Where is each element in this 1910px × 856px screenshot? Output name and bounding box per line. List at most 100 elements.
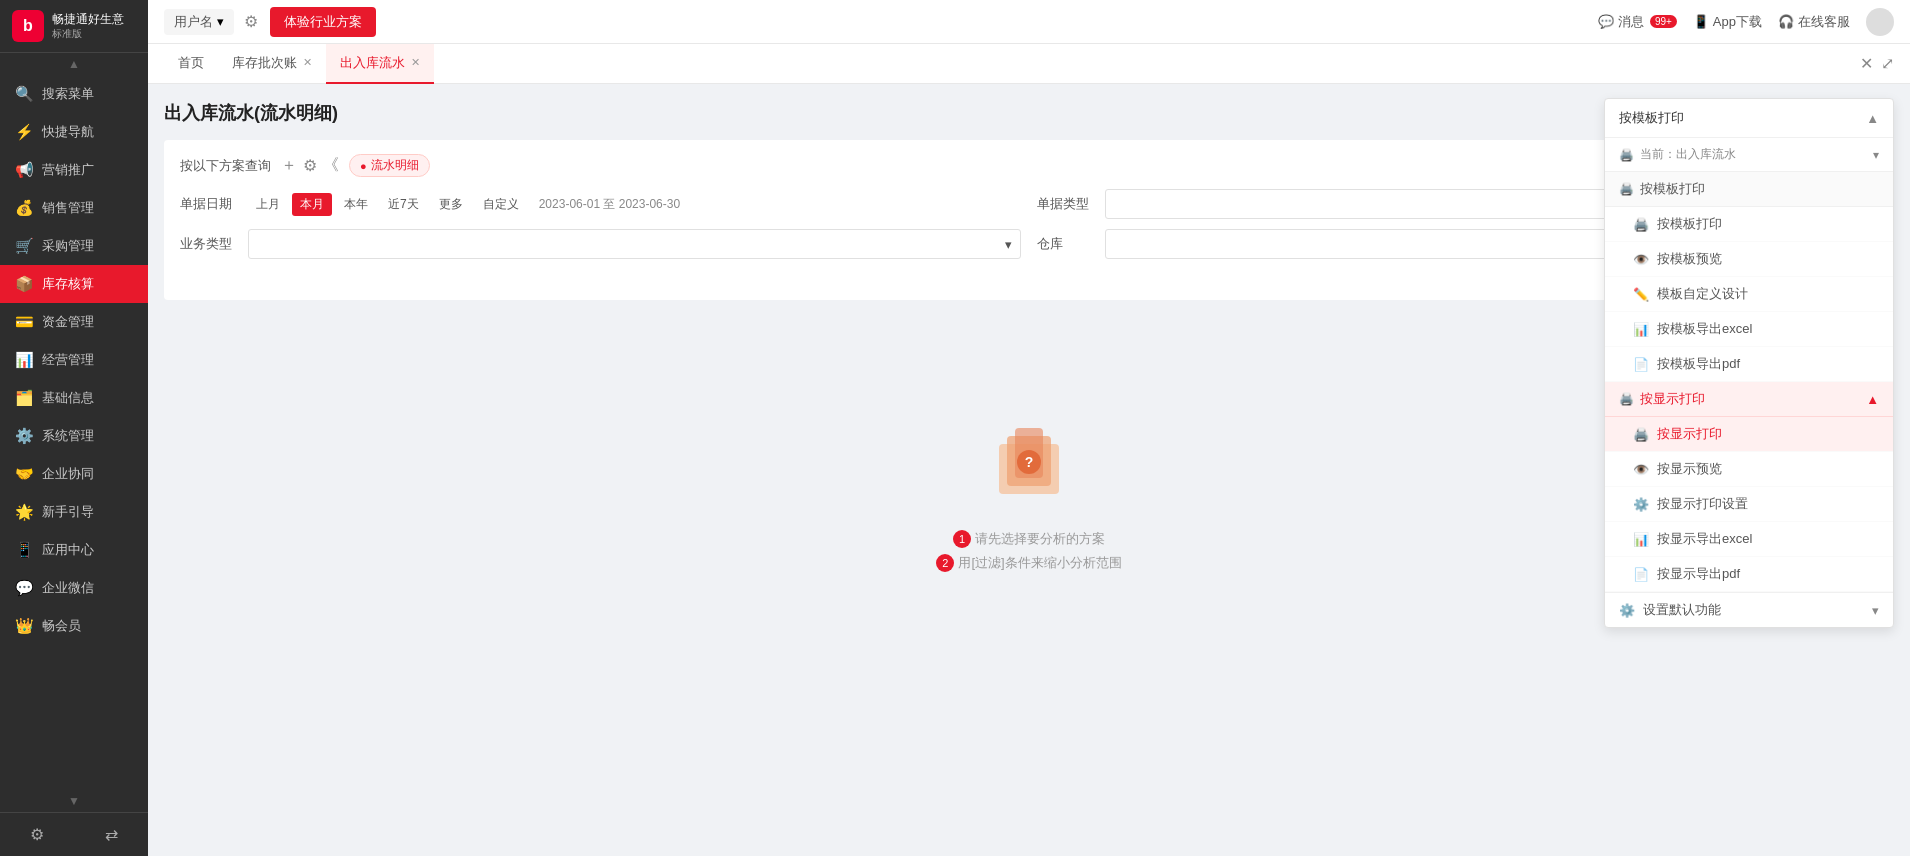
tab-close-batch-ledger[interactable]: ✕: [303, 56, 312, 69]
voucher-type-label: 单据类型: [1037, 195, 1097, 213]
item-icon-display-print-settings: ⚙️: [1633, 497, 1649, 512]
date-tab-custom[interactable]: 自定义: [475, 193, 527, 216]
sidebar-icon-inventory: 📦: [14, 275, 34, 293]
sidebar-item-operations[interactable]: 📊 经营管理: [0, 341, 148, 379]
active-filter-tag[interactable]: ● 流水明细: [349, 154, 430, 177]
dropdown-item-display-export-pdf[interactable]: 📄 按显示导出pdf: [1605, 557, 1893, 592]
tab-label-home: 首页: [178, 54, 204, 72]
item-label-template-export-excel: 按模板导出excel: [1657, 320, 1752, 338]
sidebar-item-system[interactable]: ⚙️ 系统管理: [0, 417, 148, 455]
item-icon-display-export-pdf: 📄: [1633, 567, 1649, 582]
tab-batch-ledger[interactable]: 库存批次账 ✕: [218, 44, 326, 84]
sidebar: b 畅捷通好生意 标准版 ▲ 🔍 搜索菜单 ⚡ 快捷导航 📢 营销推广 💰 销售…: [0, 0, 148, 856]
add-filter-btn[interactable]: ＋: [281, 155, 297, 176]
dropdown-item-display-print-item[interactable]: 🖨️ 按显示打印: [1605, 417, 1893, 452]
app-download-action[interactable]: 📱 App下载: [1693, 13, 1762, 31]
sidebar-item-member[interactable]: 👑 畅会员: [0, 607, 148, 645]
dropdown-item-template-export-excel[interactable]: 📊 按模板导出excel: [1605, 312, 1893, 347]
trial-btn[interactable]: 体验行业方案: [270, 7, 376, 37]
date-tab-current-month[interactable]: 本月: [292, 193, 332, 216]
item-icon-template-export-excel: 📊: [1633, 322, 1649, 337]
sidebar-item-search[interactable]: 🔍 搜索菜单: [0, 75, 148, 113]
dropdown-item-display-export-excel[interactable]: 📊 按显示导出excel: [1605, 522, 1893, 557]
window-close-btn[interactable]: ✕: [1860, 54, 1873, 73]
date-tab-more[interactable]: 更多: [431, 193, 471, 216]
dropdown-footer-set-default[interactable]: ⚙️ 设置默认功能 ▾: [1605, 592, 1893, 627]
tab-flow[interactable]: 出入库流水✕: [326, 44, 434, 84]
sidebar-item-quick-nav[interactable]: ⚡ 快捷导航: [0, 113, 148, 151]
sidebar-label-system: 系统管理: [42, 427, 94, 445]
sidebar-scroll-up[interactable]: ▲: [0, 53, 148, 75]
sidebar-logo: b 畅捷通好生意 标准版: [0, 0, 148, 53]
sidebar-label-purchase: 采购管理: [42, 237, 94, 255]
footer-label: 设置默认功能: [1643, 601, 1721, 619]
dropdown-item-template-print-item[interactable]: 🖨️ 按模板打印: [1605, 207, 1893, 242]
dropdown-item-template-preview[interactable]: 👁️ 按模板预览: [1605, 242, 1893, 277]
dropdown-header: 按模板打印 ▲: [1605, 99, 1893, 138]
sidebar-label-quick-nav: 快捷导航: [42, 123, 94, 141]
hint-num-1: 1: [953, 530, 971, 548]
sidebar-label-operations: 经营管理: [42, 351, 94, 369]
sidebar-icon-cooperation: 🤝: [14, 465, 34, 483]
top-header: 用户名 ▾ ⚙ 体验行业方案 💬 消息 99+ 📱 App下载 🎧 在线客服: [148, 0, 1910, 44]
dropdown-item-template-custom[interactable]: ✏️ 模板自定义设计: [1605, 277, 1893, 312]
business-type-select[interactable]: ▾: [248, 229, 1021, 259]
dropdown-section-header-display-print[interactable]: 🖨️ 按显示打印 ▲: [1605, 382, 1893, 417]
sidebar-item-cooperation[interactable]: 🤝 企业协同: [0, 455, 148, 493]
sidebar-icon-sales: 💰: [14, 199, 34, 217]
settings-bottom-btn[interactable]: ⚙: [22, 821, 52, 848]
online-service-action[interactable]: 🎧 在线客服: [1778, 13, 1850, 31]
date-tabs: 上月本月本年近7天更多自定义: [248, 193, 527, 216]
collapse-sidebar-btn[interactable]: ⇄: [97, 821, 126, 848]
sidebar-icon-base: 🗂️: [14, 389, 34, 407]
sidebar-icon-wechat: 💬: [14, 579, 34, 597]
user-selector[interactable]: 用户名 ▾: [164, 9, 234, 35]
sidebar-item-finance[interactable]: 💳 资金管理: [0, 303, 148, 341]
sidebar-item-purchase[interactable]: 🛒 采购管理: [0, 227, 148, 265]
date-tab-prev-month[interactable]: 上月: [248, 193, 288, 216]
dropdown-close-icon[interactable]: ▲: [1866, 111, 1879, 126]
dropdown-current: 🖨️ 当前：出入库流水 ▾: [1605, 138, 1893, 172]
item-icon-template-print-item: 🖨️: [1633, 217, 1649, 232]
dropdown-item-template-export-pdf[interactable]: 📄 按模板导出pdf: [1605, 347, 1893, 382]
current-icon: 🖨️: [1619, 148, 1634, 162]
date-tab-current-year[interactable]: 本年: [336, 193, 376, 216]
sidebar-item-base[interactable]: 🗂️ 基础信息: [0, 379, 148, 417]
tab-label-batch-ledger: 库存批次账: [232, 54, 297, 72]
date-field-label: 单据日期: [180, 195, 240, 213]
current-label: 🖨️ 当前：出入库流水: [1619, 146, 1736, 163]
sidebar-item-wechat[interactable]: 💬 企业微信: [0, 569, 148, 607]
message-icon: 💬: [1598, 14, 1614, 29]
filter-tag-icon: ●: [360, 160, 367, 172]
filter-tag-label: 流水明细: [371, 157, 419, 174]
sidebar-icon-search: 🔍: [14, 85, 34, 103]
sidebar-icon-operations: 📊: [14, 351, 34, 369]
sidebar-item-apps[interactable]: 📱 应用中心: [0, 531, 148, 569]
dropdown-item-display-preview[interactable]: 👁️ 按显示预览: [1605, 452, 1893, 487]
service-icon: 🎧: [1778, 14, 1794, 29]
sidebar-item-guide[interactable]: 🌟 新手引导: [0, 493, 148, 531]
tab-close-flow[interactable]: ✕: [411, 56, 420, 69]
sidebar-item-marketing[interactable]: 📢 营销推广: [0, 151, 148, 189]
messages-action[interactable]: 💬 消息 99+: [1598, 13, 1677, 31]
sidebar-scroll-down[interactable]: ▼: [0, 790, 148, 812]
sidebar-icon-system: ⚙️: [14, 427, 34, 445]
avatar[interactable]: [1866, 8, 1894, 36]
section-chevron-display-print: ▲: [1866, 392, 1879, 407]
item-label-template-preview: 按模板预览: [1657, 250, 1722, 268]
sidebar-item-inventory[interactable]: 📦 库存核算: [0, 265, 148, 303]
header-settings-icon[interactable]: ⚙: [244, 12, 258, 31]
sidebar-label-base: 基础信息: [42, 389, 94, 407]
item-icon-display-print-item: 🖨️: [1633, 427, 1649, 442]
item-label-display-export-excel: 按显示导出excel: [1657, 530, 1752, 548]
tab-home[interactable]: 首页: [164, 44, 218, 84]
header-left: 用户名 ▾ ⚙ 体验行业方案: [164, 7, 1598, 37]
date-tab-recent7[interactable]: 近7天: [380, 193, 427, 216]
collapse-filter-icon[interactable]: 《: [323, 155, 339, 176]
sidebar-label-wechat: 企业微信: [42, 579, 94, 597]
settings-filter-btn[interactable]: ⚙: [303, 156, 317, 175]
sidebar-item-sales[interactable]: 💰 销售管理: [0, 189, 148, 227]
dropdown-item-display-print-settings[interactable]: ⚙️ 按显示打印设置: [1605, 487, 1893, 522]
item-label-template-custom: 模板自定义设计: [1657, 285, 1748, 303]
window-expand-btn[interactable]: ⤢: [1881, 54, 1894, 73]
